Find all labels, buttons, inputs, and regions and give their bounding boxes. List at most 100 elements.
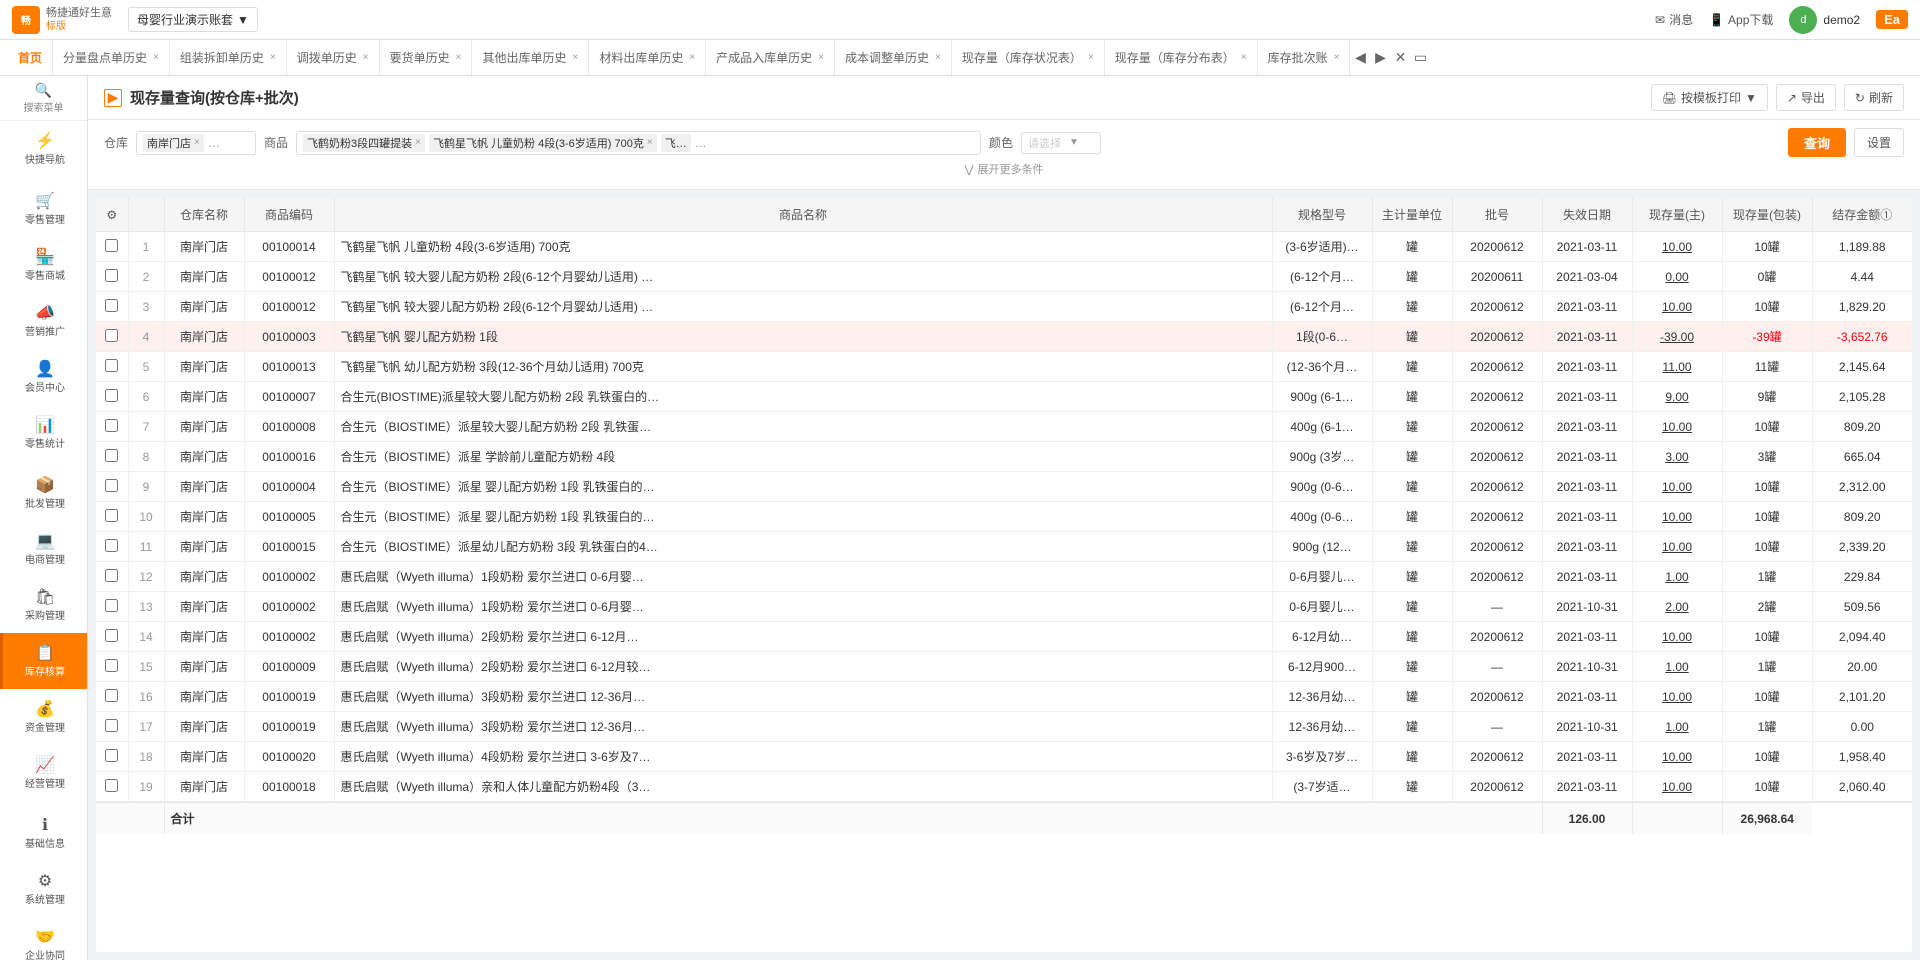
row-checkbox[interactable] [96, 772, 128, 803]
org-selector[interactable]: 母婴行业演示账套 ▼ [128, 7, 258, 32]
tab-close-product-in[interactable]: × [818, 52, 824, 63]
row-select-checkbox[interactable] [105, 389, 118, 402]
row-checkbox[interactable] [96, 382, 128, 412]
app-download-btn[interactable]: 📱 App下载 [1709, 11, 1773, 28]
row-select-checkbox[interactable] [105, 569, 118, 582]
row-checkbox[interactable] [96, 652, 128, 682]
expand-sidebar-btn[interactable]: ▶ [104, 89, 122, 107]
row-qty-main[interactable]: 10.00 [1632, 292, 1722, 322]
row-qty-main[interactable]: 10.00 [1632, 412, 1722, 442]
row-select-checkbox[interactable] [105, 749, 118, 762]
tab-close-demand[interactable]: × [456, 52, 462, 63]
row-select-checkbox[interactable] [105, 509, 118, 522]
tab-close-partial-inventory[interactable]: × [153, 52, 159, 63]
row-qty-main[interactable]: 10.00 [1632, 682, 1722, 712]
row-qty-main[interactable]: 10.00 [1632, 532, 1722, 562]
row-checkbox[interactable] [96, 322, 128, 352]
row-select-checkbox[interactable] [105, 689, 118, 702]
row-select-checkbox[interactable] [105, 539, 118, 552]
tab-pick[interactable]: 调拨单历史 × [287, 40, 380, 76]
row-select-checkbox[interactable] [105, 269, 118, 282]
row-checkbox[interactable] [96, 742, 128, 772]
tab-stock-dist[interactable]: 现存量（库存分布表） × [1105, 40, 1258, 76]
row-qty-main[interactable]: 10.00 [1632, 622, 1722, 652]
row-qty-main[interactable]: 10.00 [1632, 502, 1722, 532]
tab-home[interactable]: 首页 [8, 40, 53, 76]
row-checkbox[interactable] [96, 262, 128, 292]
row-qty-main[interactable]: 1.00 [1632, 562, 1722, 592]
tab-close-all-btn[interactable]: ✕ [1390, 40, 1410, 76]
row-qty-main[interactable]: 11.00 [1632, 352, 1722, 382]
tab-close-cost-adjust[interactable]: × [935, 52, 941, 63]
sidebar-item-system[interactable]: ⚙ 系统管理 [0, 861, 87, 917]
row-select-checkbox[interactable] [105, 359, 118, 372]
sidebar-item-basic[interactable]: ℹ 基础信息 [0, 805, 87, 861]
row-checkbox[interactable] [96, 532, 128, 562]
sidebar-item-marketing[interactable]: 📣 营销推广 [0, 293, 87, 349]
tab-expand-btn[interactable]: ▭ [1410, 40, 1430, 76]
tab-close-stock-dist[interactable]: × [1241, 52, 1247, 63]
tab-stock-status[interactable]: 现存量（库存状况表） × [952, 40, 1105, 76]
row-select-checkbox[interactable] [105, 659, 118, 672]
row-checkbox[interactable] [96, 232, 128, 262]
tab-close-disassemble[interactable]: × [270, 52, 276, 63]
tab-partial-inventory[interactable]: 分量盘点单历史 × [53, 40, 170, 76]
row-checkbox[interactable] [96, 412, 128, 442]
row-checkbox[interactable] [96, 592, 128, 622]
row-qty-main[interactable]: 9.00 [1632, 382, 1722, 412]
row-qty-main[interactable]: 3.00 [1632, 442, 1722, 472]
refresh-btn[interactable]: ↻ 刷新 [1844, 84, 1904, 111]
messages-btn[interactable]: ✉ 消息 [1655, 11, 1693, 28]
sidebar-item-finance[interactable]: 💰 资金管理 [0, 689, 87, 745]
tab-close-stock-status[interactable]: × [1088, 52, 1094, 63]
tab-cost-adjust[interactable]: 成本调整单历史 × [835, 40, 952, 76]
row-qty-main[interactable]: 2.00 [1632, 592, 1722, 622]
tab-close-batch-ledger[interactable]: × [1334, 52, 1340, 63]
tab-close-other-out[interactable]: × [572, 52, 578, 63]
tab-disassemble[interactable]: 组装拆卸单历史 × [170, 40, 287, 76]
tab-next-btn[interactable]: ▶ [1370, 40, 1390, 76]
sidebar-item-retail[interactable]: 🛒 零售管理 [0, 181, 87, 237]
row-select-checkbox[interactable] [105, 779, 118, 792]
product-tag-2-remove[interactable]: × [647, 137, 653, 148]
row-qty-main[interactable]: 10.00 [1632, 232, 1722, 262]
tab-batch-ledger[interactable]: 库存批次账 × [1258, 40, 1351, 76]
expand-more-btn[interactable]: ⋁ 展开更多条件 [104, 157, 1904, 181]
sidebar-item-quick-nav[interactable]: ⚡ 快捷导航 [0, 121, 87, 177]
sidebar-item-inventory[interactable]: 📋 库存核算 [0, 633, 87, 689]
product-more-btn[interactable]: … [695, 136, 707, 150]
row-checkbox[interactable] [96, 622, 128, 652]
tab-material-out[interactable]: 材料出库单历史 × [589, 40, 706, 76]
col-gear[interactable]: ⚙ [96, 198, 128, 232]
row-qty-main[interactable]: 1.00 [1632, 712, 1722, 742]
warehouse-more-btn[interactable]: … [208, 136, 220, 150]
tab-other-out[interactable]: 其他出库单历史 × [472, 40, 589, 76]
warehouse-filter[interactable]: 南岸门店 × … [136, 131, 256, 155]
row-qty-main[interactable]: 1.00 [1632, 652, 1722, 682]
row-checkbox[interactable] [96, 472, 128, 502]
row-checkbox[interactable] [96, 682, 128, 712]
product-tag-1-remove[interactable]: × [415, 137, 421, 148]
query-btn[interactable]: 查询 [1788, 128, 1846, 157]
row-select-checkbox[interactable] [105, 329, 118, 342]
tab-prev-btn[interactable]: ◀ [1350, 40, 1370, 76]
row-select-checkbox[interactable] [105, 629, 118, 642]
row-qty-main[interactable]: 10.00 [1632, 772, 1722, 803]
row-select-checkbox[interactable] [105, 599, 118, 612]
row-qty-main[interactable]: 10.00 [1632, 742, 1722, 772]
row-checkbox[interactable] [96, 442, 128, 472]
sidebar-item-retail-shop[interactable]: 🏪 零售商城 [0, 237, 87, 293]
sidebar-item-enterprise[interactable]: 🤝 企业协同 [0, 917, 87, 960]
color-filter[interactable]: 请选择 ▼ [1021, 132, 1101, 154]
tab-product-in[interactable]: 产成品入库单历史 × [706, 40, 835, 76]
sidebar-search-item[interactable]: 🔍 搜索菜单 [0, 76, 87, 121]
row-checkbox[interactable] [96, 352, 128, 382]
row-select-checkbox[interactable] [105, 299, 118, 312]
sidebar-item-purchase[interactable]: 🛍 采购管理 [0, 577, 87, 633]
row-checkbox[interactable] [96, 712, 128, 742]
sidebar-item-wholesale[interactable]: 📦 批发管理 [0, 465, 87, 521]
warehouse-tag-remove[interactable]: × [194, 137, 200, 148]
sidebar-item-ecommerce[interactable]: 💻 电商管理 [0, 521, 87, 577]
user-name[interactable]: demo2 [1823, 13, 1860, 27]
setting-btn[interactable]: 设置 [1854, 128, 1904, 157]
